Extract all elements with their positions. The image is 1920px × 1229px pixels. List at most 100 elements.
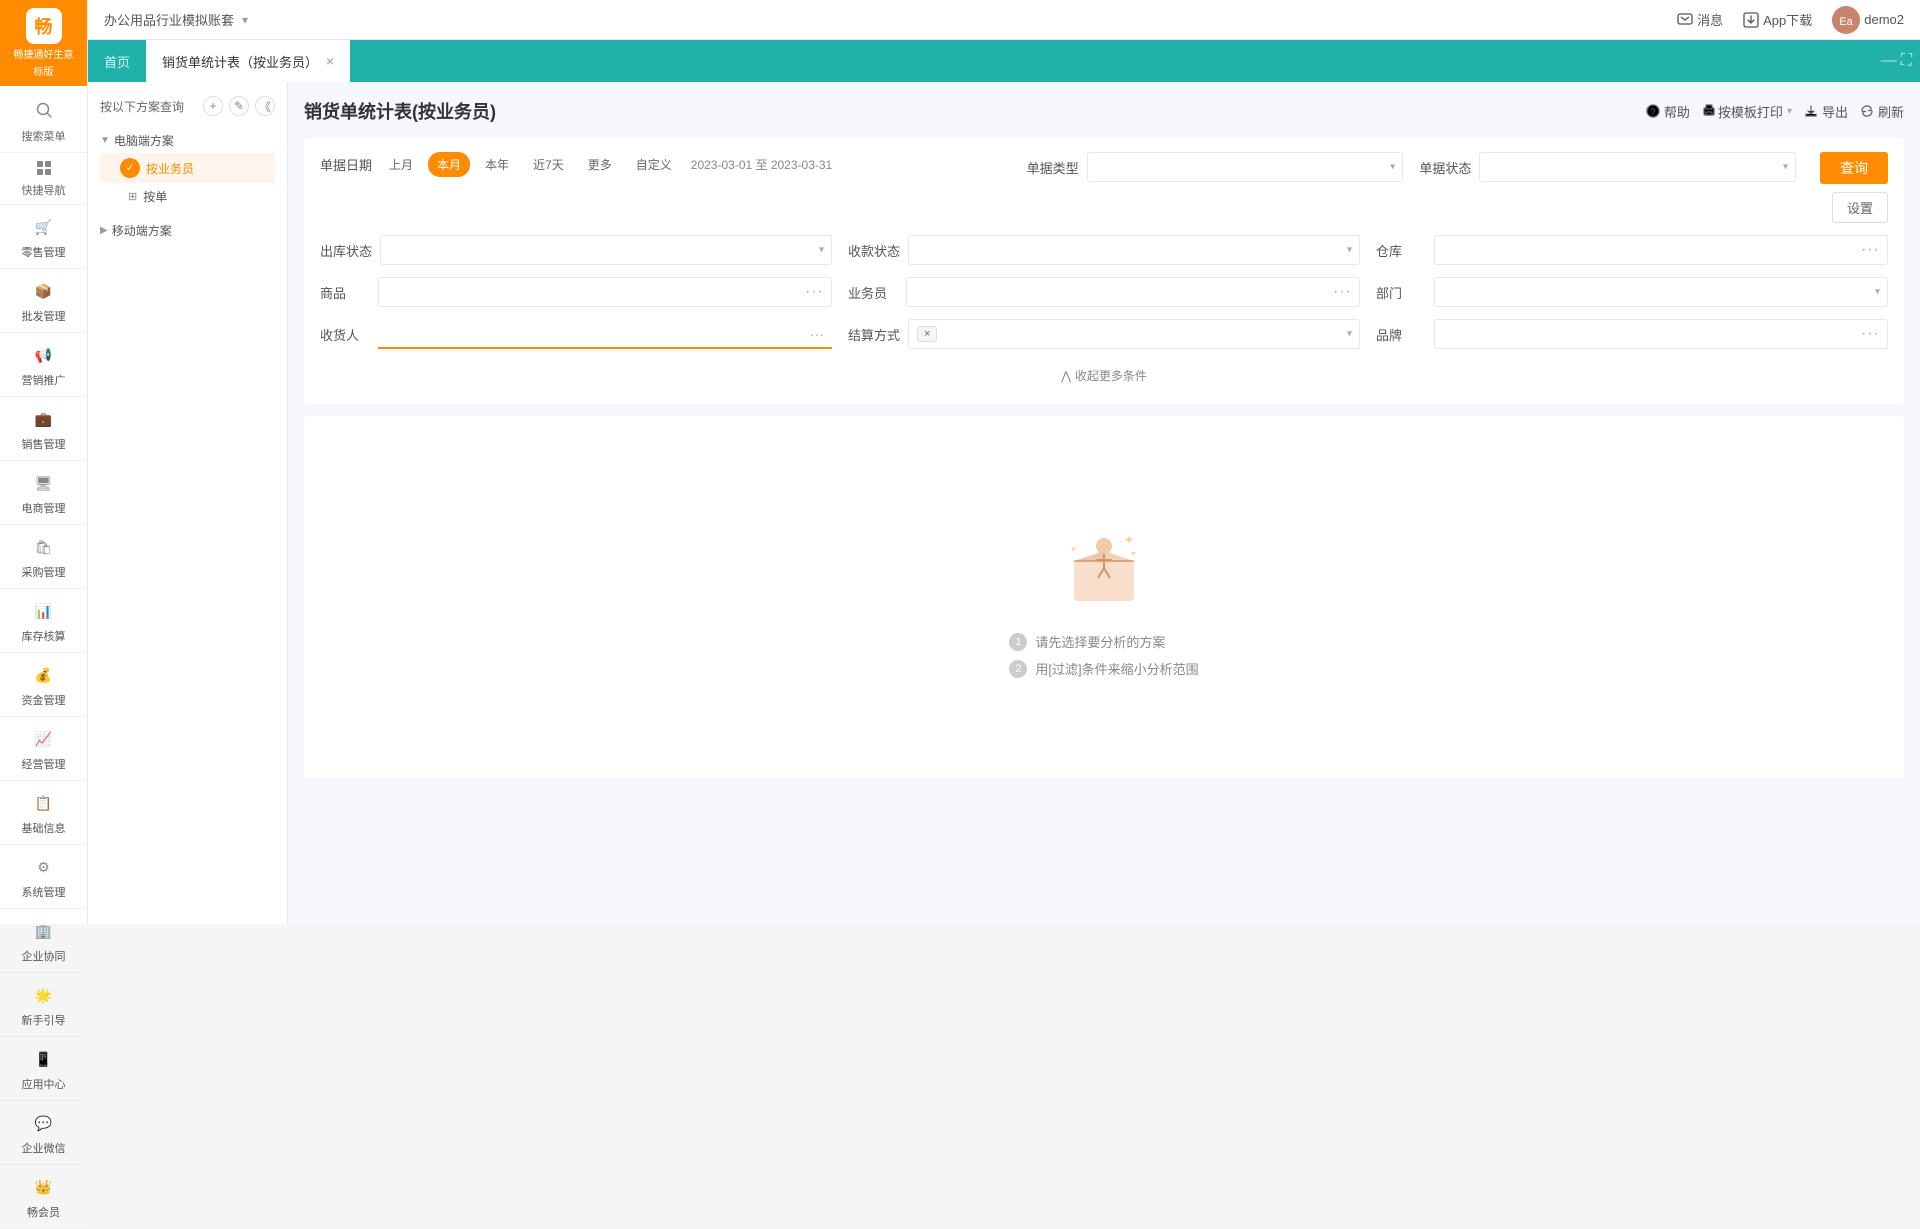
empty-step-2: 2 用[过滤]条件来缩小分析范围 xyxy=(1009,659,1198,678)
refresh-icon xyxy=(1860,104,1874,118)
print-button[interactable]: 按模板打印 ▾ xyxy=(1702,102,1792,121)
scheme-group-mobile-arrow: ▶ xyxy=(100,225,108,236)
department-filter: 部门 ▾ xyxy=(1376,277,1888,307)
collapse-button[interactable]: ⋀ 收起更多条件 xyxy=(1061,367,1147,384)
sidebar-item-marketing[interactable]: 📢 营销推广 xyxy=(0,333,87,397)
sidebar-item-retail[interactable]: 🛒 零售管理 xyxy=(0,205,87,269)
scheme-group-mobile-header[interactable]: ▶ 移动端方案 xyxy=(100,218,275,243)
sidebar-item-purchase[interactable]: 🛍 采购管理 xyxy=(0,525,87,589)
help-icon: ? xyxy=(1646,104,1660,118)
sidebar-logo[interactable]: 畅 畅捷通好生意 标版 xyxy=(0,0,87,86)
outbound-select[interactable] xyxy=(380,235,832,265)
tab-maximize-button[interactable]: ⛶ xyxy=(1901,52,1912,70)
date-last-month[interactable]: 上月 xyxy=(380,152,422,177)
marketing-label: 营销推广 xyxy=(22,372,66,388)
finance-icon: 💰 xyxy=(30,661,58,689)
user-profile-button[interactable]: Ea demo2 xyxy=(1832,6,1904,34)
tab-home[interactable]: 首页 xyxy=(88,40,146,82)
help-button[interactable]: ? 帮助 xyxy=(1646,102,1690,121)
collapse-panel-button[interactable]: 《 xyxy=(255,96,275,116)
inventory-icon: 📊 xyxy=(30,597,58,625)
member-icon: 👑 xyxy=(30,1173,58,1201)
scheme-item-salesperson-label: 按业务员 xyxy=(146,160,194,177)
brand-select[interactable] xyxy=(1434,319,1888,349)
date-this-month[interactable]: 本月 xyxy=(428,152,470,177)
ecommerce-icon: 🖥 xyxy=(30,469,58,497)
right-content: 销货单统计表(按业务员) ? 帮助 xyxy=(288,82,1920,924)
sidebar-item-appstore[interactable]: 📱 应用中心 xyxy=(0,1037,87,1101)
settlement-select-wrapper: × ▾ xyxy=(908,319,1360,349)
wholesale-label: 批发管理 xyxy=(22,308,66,324)
salesperson-select[interactable] xyxy=(906,277,1360,307)
date-label: 单据日期 xyxy=(320,155,372,174)
app-download-label: App下载 xyxy=(1763,10,1812,29)
sidebar-item-ecommerce[interactable]: 🖥 电商管理 xyxy=(0,461,87,525)
scheme-group-desktop-header[interactable]: ▼ 电脑端方案 xyxy=(100,128,275,153)
system-label: 系统管理 xyxy=(22,884,66,900)
sidebar-item-enterprise[interactable]: 🏢 企业协同 xyxy=(0,909,87,973)
sidebar-item-system[interactable]: ⚙ 系统管理 xyxy=(0,845,87,909)
settlement-label: 结算方式 xyxy=(848,325,900,344)
warehouse-select[interactable] xyxy=(1434,235,1888,265)
tab-minimize-button[interactable]: — xyxy=(1881,52,1897,70)
empty-step-1: 1 请先选择要分析的方案 xyxy=(1009,632,1198,651)
empty-state-container: ✦ ✦ ✦ 1 请先选择要分析的方案 2 用[过滤]条件来缩小分析范围 xyxy=(304,416,1904,778)
sidebar-item-finance[interactable]: 💰 资金管理 xyxy=(0,653,87,717)
brand-filter: 品牌 ··· xyxy=(1376,319,1888,349)
inventory-label: 库存核算 xyxy=(22,628,66,644)
scheme-group-desktop-label: 电脑端方案 xyxy=(114,132,174,149)
department-select-wrapper: ▾ xyxy=(1434,277,1888,307)
query-button[interactable]: 查询 xyxy=(1820,152,1888,184)
scheme-sub-item-doc[interactable]: ⊞ 按单 xyxy=(100,183,275,210)
add-scheme-button[interactable]: + xyxy=(203,96,223,116)
outbound-label: 出库状态 xyxy=(320,241,372,260)
settlement-select[interactable]: × xyxy=(908,319,1360,349)
sidebar-item-newbie[interactable]: 🌟 新手引导 xyxy=(0,973,87,1037)
date-filter: 上月 本月 本年 近7天 更多 自定义 2023-03-01 至 2023-03… xyxy=(380,152,832,177)
date-custom[interactable]: 自定义 xyxy=(627,152,681,177)
page-title: 销货单统计表(按业务员) xyxy=(304,98,496,124)
date-this-year[interactable]: 本年 xyxy=(476,152,518,177)
tab-sales-stat[interactable]: 销货单统计表（按业务员） × xyxy=(146,40,350,82)
settlement-filter: 结算方式 × ▾ xyxy=(848,319,1360,349)
tab-close-button[interactable]: × xyxy=(326,53,334,69)
department-label: 部门 xyxy=(1376,283,1426,302)
brand-label: 品牌 xyxy=(1376,325,1426,344)
scheme-item-salesperson[interactable]: ✓ 按业务员 xyxy=(100,153,275,183)
sidebar-item-member[interactable]: 👑 畅会员 xyxy=(0,1165,87,1229)
doc-type-select[interactable] xyxy=(1087,152,1404,182)
quick-nav-label: 快捷导航 xyxy=(22,182,66,198)
settlement-tag-x[interactable]: × xyxy=(924,328,930,340)
salesperson-select-wrapper: ··· xyxy=(906,277,1360,307)
help-label: 帮助 xyxy=(1664,102,1690,121)
goods-select[interactable] xyxy=(378,277,832,307)
sidebar-item-inventory[interactable]: 📊 库存核算 xyxy=(0,589,87,653)
quick-nav-item[interactable]: 快捷导航 xyxy=(0,153,87,205)
department-select[interactable] xyxy=(1434,277,1888,307)
settings-button[interactable]: 设置 xyxy=(1832,192,1888,223)
refresh-button[interactable]: 刷新 xyxy=(1860,102,1904,121)
left-panel-title: 按以下方案查询 xyxy=(100,98,184,115)
appstore-label: 应用中心 xyxy=(22,1076,66,1092)
sidebar-item-wholesale[interactable]: 📦 批发管理 xyxy=(0,269,87,333)
doc-status-select[interactable] xyxy=(1479,152,1796,182)
receiver-input[interactable] xyxy=(378,319,832,349)
sidebar-item-operations[interactable]: 📈 经营管理 xyxy=(0,717,87,781)
user-avatar: Ea xyxy=(1832,6,1860,34)
payment-select-wrapper: ▾ xyxy=(908,235,1360,265)
edit-scheme-button[interactable]: ✎ xyxy=(229,96,249,116)
search-menu-item[interactable]: 搜索菜单 xyxy=(0,86,87,153)
refresh-label: 刷新 xyxy=(1878,102,1904,121)
app-download-button[interactable]: App下载 xyxy=(1743,10,1812,29)
sidebar-item-sales[interactable]: 💼 销售管理 xyxy=(0,397,87,461)
message-button[interactable]: 消息 xyxy=(1677,10,1723,29)
step-2-num: 2 xyxy=(1009,660,1027,678)
export-button[interactable]: 导出 xyxy=(1804,102,1848,121)
date-7days[interactable]: 近7天 xyxy=(524,152,573,177)
payment-select[interactable] xyxy=(908,235,1360,265)
sidebar-item-basic[interactable]: 📋 基础信息 xyxy=(0,781,87,845)
sidebar-item-wechat[interactable]: 💬 企业微信 xyxy=(0,1101,87,1165)
filter-row-4: 收货人 ··· 结算方式 × xyxy=(320,319,1888,349)
receiver-label: 收货人 xyxy=(320,325,370,344)
date-more[interactable]: 更多 xyxy=(579,152,621,177)
